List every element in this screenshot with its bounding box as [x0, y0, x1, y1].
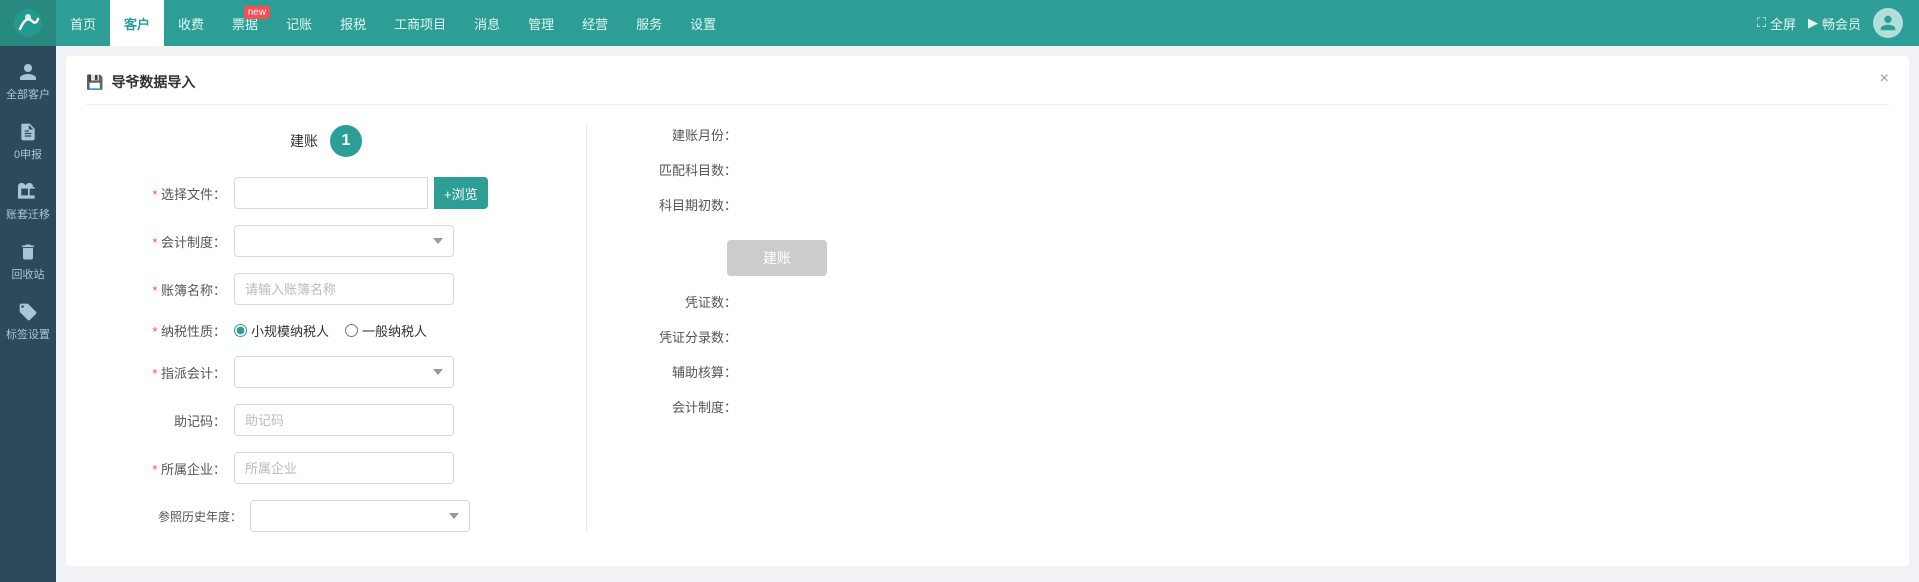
- member-icon: ▶: [1808, 15, 1818, 31]
- select-file-row: 选择文件： +浏览: [146, 177, 566, 209]
- subject-init-row: 科目期初数：: [647, 195, 1889, 214]
- fullscreen-icon: ⛶: [1757, 15, 1766, 31]
- memo-code-row: 助记码：: [146, 404, 566, 436]
- nav-item-accounting[interactable]: 记账: [272, 0, 326, 46]
- sidebar-item-label: 账套迁移: [6, 206, 50, 222]
- owned-company-input[interactable]: [234, 452, 454, 484]
- accounting-system-label: 会计制度：: [146, 232, 226, 251]
- file-text-input[interactable]: [234, 177, 428, 209]
- nav-item-manage[interactable]: 管理: [514, 0, 568, 46]
- assign-accountant-select[interactable]: [234, 356, 454, 388]
- subject-init-label: 科目期初数：: [647, 195, 737, 214]
- memo-code-input[interactable]: [234, 404, 454, 436]
- page-card: 💾 导爷数据导入 × 建账 1 选择文件：: [66, 56, 1909, 566]
- nav-item-billing[interactable]: 收费: [164, 0, 218, 46]
- memo-code-label: 助记码：: [146, 411, 226, 430]
- nav-item-client[interactable]: 客户: [110, 0, 164, 46]
- file-input-container: +浏览: [234, 177, 454, 209]
- sidebar-item-recycle[interactable]: 回收站: [0, 234, 56, 290]
- form-right: 建账月份： 匹配科目数： 科目期初数： 建账 凭证数：: [607, 125, 1889, 532]
- voucher-count-label: 凭证数：: [647, 292, 737, 311]
- import-icon: 💾: [86, 74, 103, 91]
- step-circle: 1: [330, 125, 362, 157]
- right-accounting-system-row: 会计制度：: [647, 397, 1889, 416]
- fullscreen-button[interactable]: ⛶ 全屏: [1757, 14, 1796, 33]
- assign-accountant-label: 指派会计：: [146, 363, 226, 382]
- nav-item-invoice[interactable]: 票据new: [218, 0, 272, 46]
- nav-item-tax[interactable]: 报税: [326, 0, 380, 46]
- nav-right: ⛶ 全屏 ▶ 畅会员: [1757, 8, 1919, 38]
- main-content: 💾 导爷数据导入 × 建账 1 选择文件：: [56, 46, 1919, 582]
- voucher-entry-row: 凭证分录数：: [647, 327, 1889, 346]
- nav-item-settings[interactable]: 设置: [676, 0, 730, 46]
- top-nav: 首页客户收费票据new记账报税工商项目消息管理经营服务设置 ⛶ 全屏 ▶ 畅会员: [0, 0, 1919, 46]
- ref-year-row: 参照历史年度：: [146, 500, 566, 532]
- sidebar-item-declaration[interactable]: 0申报: [0, 114, 56, 170]
- owned-company-label: 所属企业：: [146, 459, 226, 478]
- aux-accounting-label: 辅助核算：: [647, 362, 737, 381]
- sidebar: 全部客户 0申报 账套迁移 回收站 标签设置: [0, 46, 56, 582]
- accounting-system-select[interactable]: [234, 225, 454, 257]
- match-subjects-label: 匹配科目数：: [647, 160, 737, 179]
- ledger-name-label: 账簿名称：: [146, 280, 226, 299]
- tax-type-row: 纳税性质： 小规模纳税人 一般纳税人: [146, 321, 566, 340]
- layout: 全部客户 0申报 账套迁移 回收站 标签设置 💾 导爷数据导入 ×: [0, 46, 1919, 582]
- member-button[interactable]: ▶ 畅会员: [1808, 14, 1861, 33]
- tax-small-label: 小规模纳税人: [251, 321, 329, 340]
- tax-small-radio[interactable]: [234, 324, 247, 337]
- tax-general-label: 一般纳税人: [362, 321, 427, 340]
- sidebar-item-account-migrate[interactable]: 账套迁移: [0, 174, 56, 230]
- ledger-name-input[interactable]: [234, 273, 454, 305]
- sidebar-item-label: 标签设置: [6, 326, 50, 342]
- build-month-label: 建账月份：: [647, 125, 737, 144]
- nav-item-message[interactable]: 消息: [460, 0, 514, 46]
- page-header: 💾 导爷数据导入: [86, 72, 1889, 105]
- accounting-system-row: 会计制度：: [146, 225, 566, 257]
- nav-item-service[interactable]: 服务: [622, 0, 676, 46]
- sidebar-item-label: 全部客户: [6, 86, 50, 102]
- assign-accountant-row: 指派会计：: [146, 356, 566, 388]
- form-divider: [586, 125, 587, 532]
- tax-type-label: 纳税性质：: [146, 321, 226, 340]
- right-accounting-system-label: 会计制度：: [647, 397, 737, 416]
- tax-radio-group: 小规模纳税人 一般纳税人: [234, 321, 427, 340]
- logo[interactable]: [0, 0, 56, 46]
- ref-year-select[interactable]: [250, 500, 470, 532]
- member-label: 畅会员: [1822, 14, 1861, 33]
- sidebar-item-tag-settings[interactable]: 标签设置: [0, 294, 56, 350]
- select-file-label: 选择文件：: [146, 184, 226, 203]
- match-subjects-row: 匹配科目数：: [647, 160, 1889, 179]
- voucher-entry-label: 凭证分录数：: [647, 327, 737, 346]
- page-title: 导爷数据导入: [111, 72, 195, 92]
- owned-company-row: 所属企业：: [146, 452, 566, 484]
- nav-item-operation[interactable]: 经营: [568, 0, 622, 46]
- form-left: 建账 1 选择文件： +浏览: [86, 125, 566, 532]
- tax-small-option[interactable]: 小规模纳税人: [234, 321, 329, 340]
- tax-general-radio[interactable]: [345, 324, 358, 337]
- ref-year-label: 参照历史年度：: [146, 508, 242, 525]
- build-month-row: 建账月份：: [647, 125, 1889, 144]
- nav-badge-new: new: [244, 6, 270, 19]
- fullscreen-label: 全屏: [1770, 14, 1796, 33]
- tax-general-option[interactable]: 一般纳税人: [345, 321, 427, 340]
- build-account-button[interactable]: 建账: [727, 240, 827, 276]
- sidebar-item-label: 0申报: [14, 146, 42, 162]
- form-grid: 选择文件： +浏览 会计制度：: [86, 177, 566, 532]
- sidebar-item-label: 回收站: [12, 266, 45, 282]
- step-label: 建账: [290, 131, 318, 151]
- close-button[interactable]: ×: [1880, 70, 1889, 88]
- form-layout: 建账 1 选择文件： +浏览: [86, 125, 1889, 532]
- voucher-count-row: 凭证数：: [647, 292, 1889, 311]
- nav-items: 首页客户收费票据new记账报税工商项目消息管理经营服务设置: [56, 0, 1757, 46]
- sidebar-item-all-clients[interactable]: 全部客户: [0, 54, 56, 110]
- nav-item-bizproject[interactable]: 工商项目: [380, 0, 460, 46]
- avatar[interactable]: [1873, 8, 1903, 38]
- step-indicator: 建账 1: [290, 125, 362, 157]
- aux-accounting-row: 辅助核算：: [647, 362, 1889, 381]
- ledger-name-row: 账簿名称：: [146, 273, 566, 305]
- browse-button[interactable]: +浏览: [434, 177, 488, 209]
- nav-item-home[interactable]: 首页: [56, 0, 110, 46]
